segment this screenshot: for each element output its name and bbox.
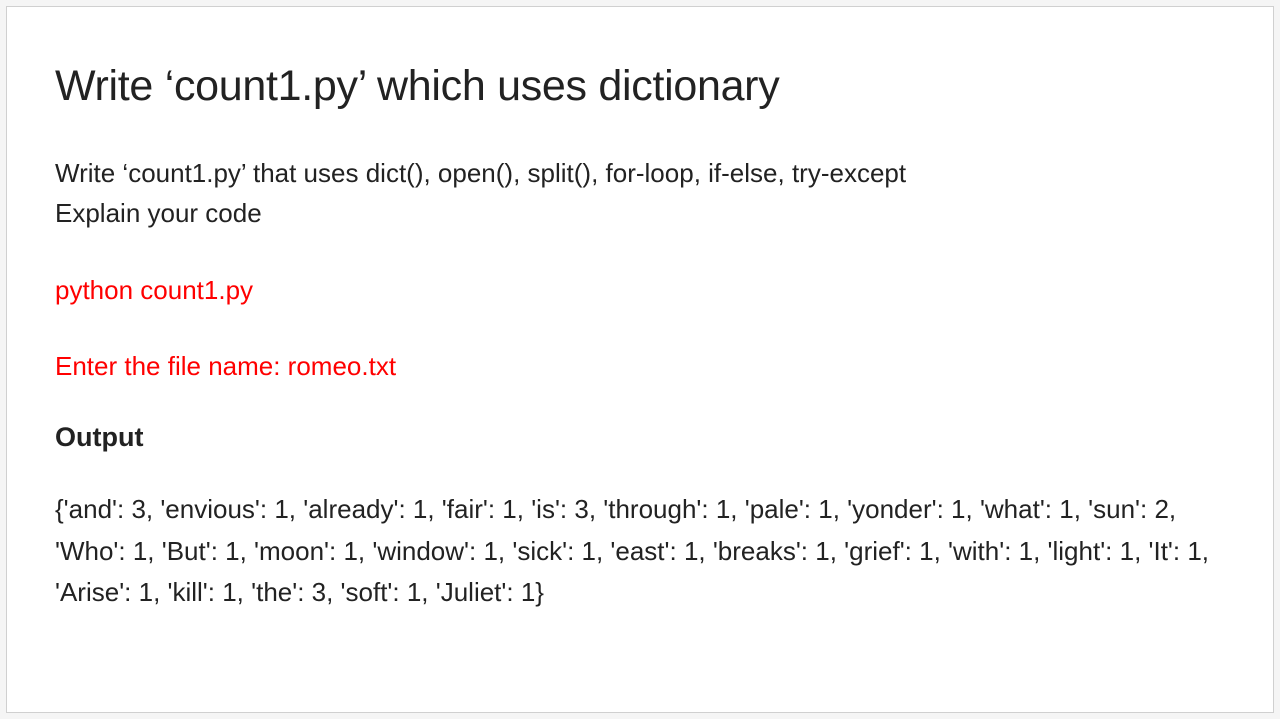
- document-page: Write ‘count1.py’ which uses dictionary …: [6, 6, 1274, 713]
- output-dictionary: {'and': 3, 'envious': 1, 'already': 1, '…: [55, 489, 1225, 614]
- input-prompt: Enter the file name: romeo.txt: [55, 346, 1225, 386]
- instruction-line-2: Explain your code: [55, 198, 262, 228]
- instruction-line-1: Write ‘count1.py’ that uses dict(), open…: [55, 158, 906, 188]
- page-title: Write ‘count1.py’ which uses dictionary: [55, 62, 1225, 111]
- output-heading: Output: [55, 422, 1225, 453]
- instruction-block: Write ‘count1.py’ that uses dict(), open…: [55, 153, 1225, 234]
- command-line: python count1.py: [55, 270, 1225, 310]
